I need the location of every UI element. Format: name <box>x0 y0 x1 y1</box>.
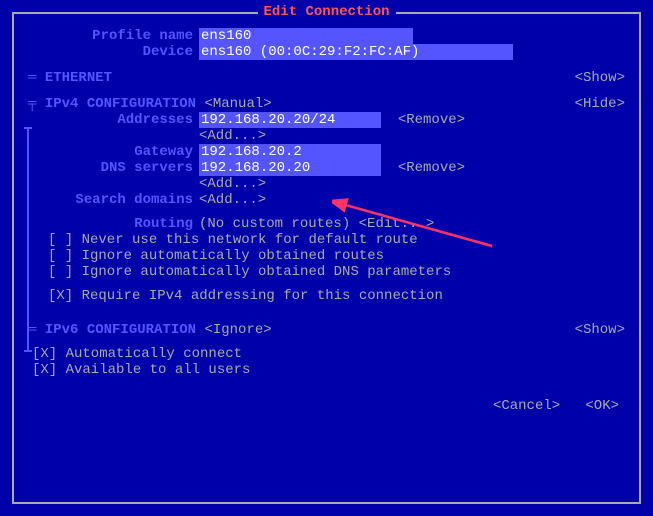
ok-button[interactable]: <OK> <box>585 398 619 414</box>
device-input[interactable]: ens160 (00:0C:29:F2:FC:AF) <box>199 44 513 60</box>
ipv6-mode-select[interactable]: <Ignore> <box>204 322 271 338</box>
device-label: Device <box>28 44 199 60</box>
dns-add-button[interactable]: <Add...> <box>199 176 266 192</box>
cancel-button[interactable]: <Cancel> <box>493 398 560 414</box>
check-never-default[interactable]: [ ] Never use this network for default r… <box>48 232 625 248</box>
check-ignore-dns[interactable]: [ ] Ignore automatically obtained DNS pa… <box>48 264 625 280</box>
check-auto-connect[interactable]: [X] Automatically connect <box>32 346 625 362</box>
profile-name-label: Profile name <box>28 28 199 44</box>
address-remove-button[interactable]: <Remove> <box>398 112 465 128</box>
address-input[interactable]: 192.168.20.20/24 <box>199 112 381 128</box>
ipv6-section-label: IPv6 CONFIGURATION <box>45 322 196 338</box>
address-add-button[interactable]: <Add...> <box>199 128 266 144</box>
search-add-button[interactable]: <Add...> <box>199 192 266 208</box>
section-marker: ═ <box>28 70 36 86</box>
gateway-label: Gateway <box>28 144 199 160</box>
ethernet-show-button[interactable]: <Show> <box>575 70 625 86</box>
dialog-title: Edit Connection <box>257 4 395 20</box>
ethernet-section-label: ETHERNET <box>45 70 112 86</box>
profile-name-input[interactable]: ens160 <box>199 28 413 44</box>
dialog-frame: Edit Connection Profile name ens160 Devi… <box>12 12 641 504</box>
check-require-ipv4[interactable]: [X] Require IPv4 addressing for this con… <box>48 288 625 304</box>
routing-value: (No custom routes) <box>199 216 350 232</box>
ipv4-hide-button[interactable]: <Hide> <box>575 96 625 112</box>
section-marker: ═ <box>28 322 36 338</box>
routing-edit-button[interactable]: <Edit...> <box>359 216 435 232</box>
scrollbar[interactable] <box>27 127 29 352</box>
check-ignore-routes[interactable]: [ ] Ignore automatically obtained routes <box>48 248 625 264</box>
ipv4-section-label: IPv4 CONFIGURATION <box>45 96 196 112</box>
gateway-input[interactable]: 192.168.20.2 <box>199 144 381 160</box>
dns-servers-label: DNS servers <box>28 160 199 176</box>
addresses-label: Addresses <box>28 112 199 128</box>
check-all-users[interactable]: [X] Available to all users <box>32 362 625 378</box>
search-domains-label: Search domains <box>28 192 199 208</box>
ipv4-mode-select[interactable]: <Manual> <box>204 96 271 112</box>
section-marker: ╤ <box>28 96 36 112</box>
routing-label: Routing <box>28 216 199 232</box>
dns-remove-button[interactable]: <Remove> <box>398 160 465 176</box>
ipv6-show-button[interactable]: <Show> <box>575 322 625 338</box>
dns-input[interactable]: 192.168.20.20 <box>199 160 381 176</box>
